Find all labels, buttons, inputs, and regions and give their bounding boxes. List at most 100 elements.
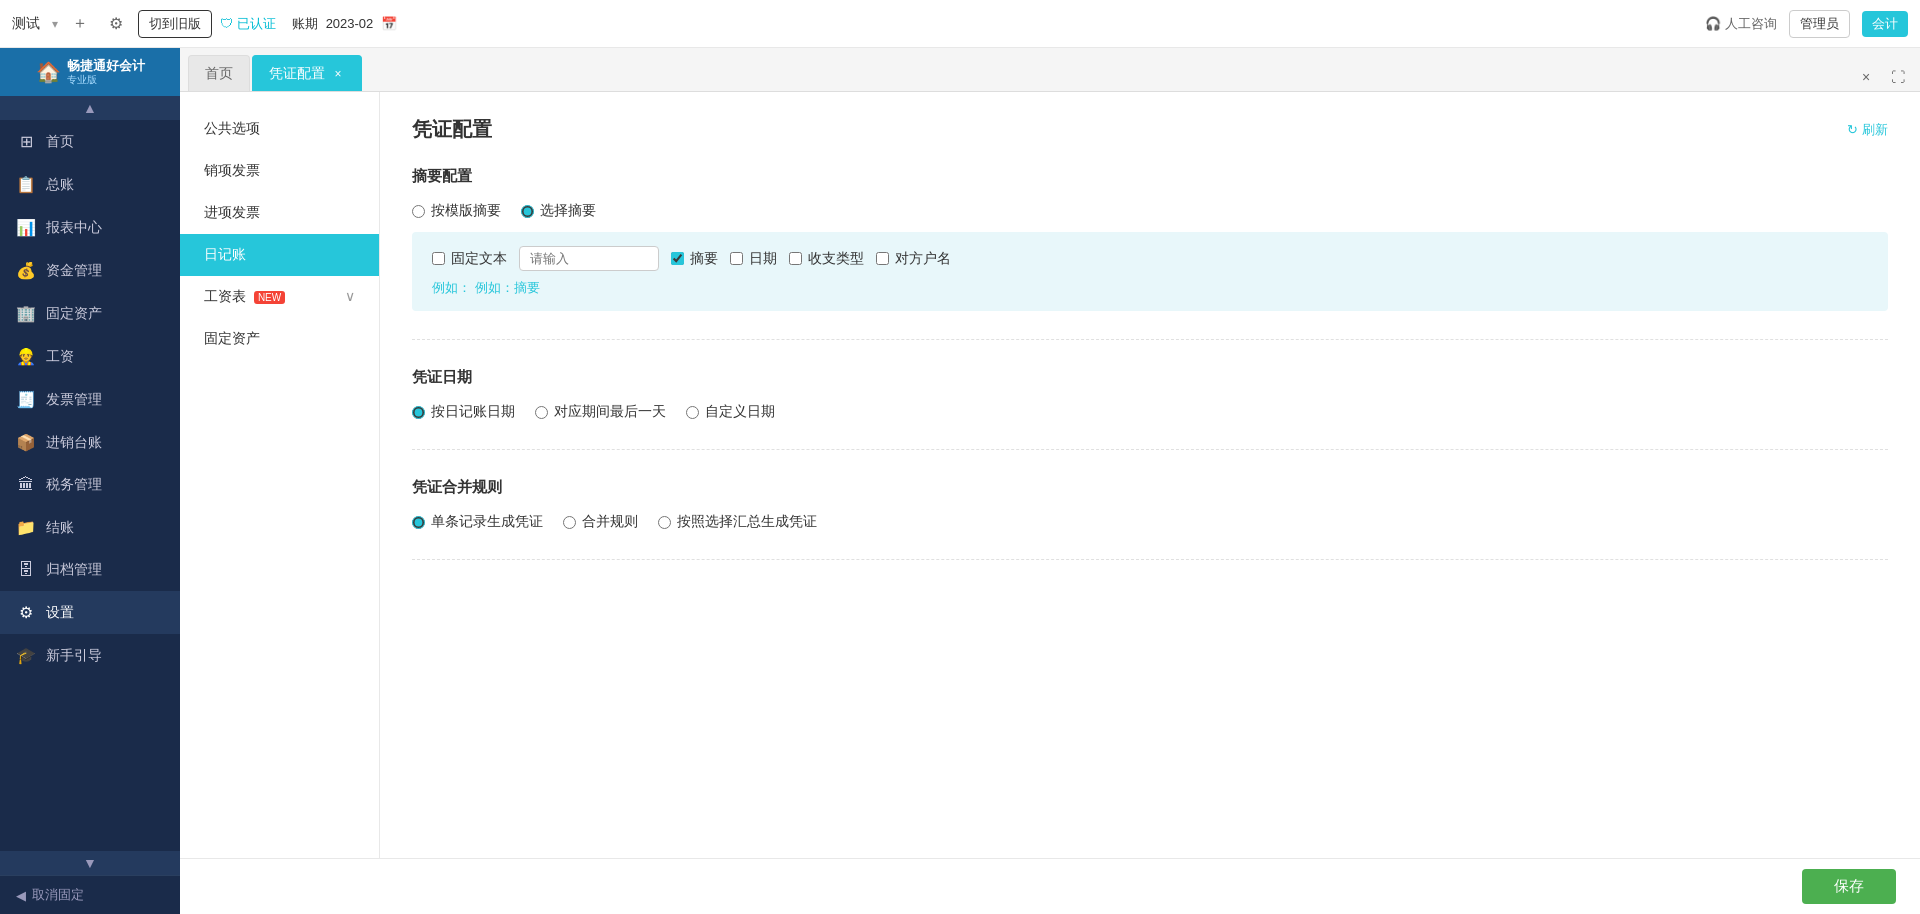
close-tab-btn[interactable]: × [1852,63,1880,91]
tab-bar: 首页 凭证配置 × × ⛶ [180,48,1920,92]
refresh-btn[interactable]: ↻ 刷新 [1847,121,1888,139]
radio-custom-date-input[interactable] [686,406,699,419]
radio-period-last[interactable]: 对应期间最后一天 [535,403,666,421]
sidebar-item-sales[interactable]: 📦 进销台账 [0,421,180,464]
consult-btn[interactable]: 🎧 人工咨询 [1705,15,1777,33]
sales-icon: 📦 [16,433,36,452]
sidebar-item-close[interactable]: 📁 结账 [0,506,180,549]
account-btn[interactable]: 会计 [1862,11,1908,37]
sidebar-item-label: 归档管理 [46,561,102,579]
tab-home[interactable]: 首页 [188,55,250,91]
left-nav-payroll-table[interactable]: 工资表 NEW ∨ [180,276,379,318]
content-area: 首页 凭证配置 × × ⛶ 公共选项 销项发票 [180,48,1920,914]
sidebar-item-guide[interactable]: 🎓 新手引导 [0,634,180,677]
left-nav-sales-invoice[interactable]: 销项发票 [180,150,379,192]
fullscreen-btn[interactable]: ⛶ [1884,63,1912,91]
sidebar-item-invoice[interactable]: 🧾 发票管理 [0,378,180,421]
top-bar-add-icon[interactable]: ＋ [66,10,94,38]
calendar-icon[interactable]: 📅 [381,16,397,31]
abstract-radio-group: 按模版摘要 选择摘要 [412,202,1888,220]
sidebar-item-home[interactable]: ⊞ 首页 [0,120,180,163]
tab-voucher-config[interactable]: 凭证配置 × [252,55,362,91]
sidebar-item-label: 首页 [46,133,74,151]
checkbox-counterpart[interactable]: 对方户名 [876,250,951,268]
assets-icon: 🏢 [16,304,36,323]
pin-icon: ◀ [16,888,26,903]
admin-btn[interactable]: 管理员 [1789,10,1850,38]
sidebar-item-funds[interactable]: 💰 资金管理 [0,249,180,292]
tab-close-icon[interactable]: × [331,67,345,81]
sidebar-item-payroll[interactable]: 👷 工资 [0,335,180,378]
checkbox-date-input[interactable] [730,252,743,265]
period-info: 账期 2023-02 📅 [292,15,397,33]
panel-title: 凭证配置 [412,116,492,143]
date-section: 凭证日期 按日记账日期 对应期间最后一天 [412,368,1888,450]
radio-select-abstract[interactable]: 选择摘要 [521,202,596,220]
radio-merge-rule-input[interactable] [563,516,576,529]
top-bar-project-name: 测试 [12,15,40,33]
radio-select-summary[interactable]: 按照选择汇总生成凭证 [658,513,817,531]
radio-journal-date-input[interactable] [412,406,425,419]
example-text: 例如： 例如：摘要 [432,279,1868,297]
radio-merge-rule[interactable]: 合并规则 [563,513,638,531]
top-bar-settings-icon[interactable]: ⚙ [102,10,130,38]
checkbox-counterpart-input[interactable] [876,252,889,265]
sidebar-item-archive[interactable]: 🗄 归档管理 [0,549,180,591]
sidebar-scroll-down[interactable]: ▼ [0,851,180,875]
sidebar-item-label: 新手引导 [46,647,102,665]
settings-icon: ⚙ [16,603,36,622]
save-btn[interactable]: 保存 [1802,869,1896,904]
checkbox-abstract[interactable]: 摘要 [671,250,718,268]
top-bar-dropdown-icon[interactable]: ▾ [52,17,58,31]
sidebar-item-label: 发票管理 [46,391,102,409]
radio-select-summary-input[interactable] [658,516,671,529]
home-icon: ⊞ [16,132,36,151]
checkbox-fixed-text[interactable]: 固定文本 [432,250,507,268]
sidebar-item-label: 设置 [46,604,74,622]
checkbox-abstract-input[interactable] [671,252,684,265]
sidebar-item-settings[interactable]: ⚙ 设置 [0,591,180,634]
sidebar-item-assets[interactable]: 🏢 固定资产 [0,292,180,335]
left-nav-fixed-assets[interactable]: 固定资产 [180,318,379,360]
sidebar-cancel-pin[interactable]: ◀ 取消固定 [0,875,180,914]
tab-bar-right: × ⛶ [1852,63,1912,91]
invoice-icon: 🧾 [16,390,36,409]
ledger-icon: 📋 [16,175,36,194]
merge-section: 凭证合并规则 单条记录生成凭证 合并规则 [412,478,1888,560]
switch-old-btn[interactable]: 切到旧版 [138,10,212,38]
radio-single-record[interactable]: 单条记录生成凭证 [412,513,543,531]
checkbox-pay-type-input[interactable] [789,252,802,265]
left-nav-public[interactable]: 公共选项 [180,108,379,150]
radio-select-abstract-input[interactable] [521,205,534,218]
sidebar-logo: 🏠 畅捷通好会计 专业版 [0,48,180,96]
fixed-text-input[interactable] [519,246,659,271]
abstract-section-title: 摘要配置 [412,167,1888,186]
checkbox-pay-type[interactable]: 收支类型 [789,250,864,268]
tax-icon: 🏛 [16,476,36,494]
sidebar-item-tax[interactable]: 🏛 税务管理 [0,464,180,506]
radio-custom-date[interactable]: 自定义日期 [686,403,775,421]
abstract-sub-options: 固定文本 摘要 日期 [412,232,1888,311]
left-nav-journal[interactable]: 日记账 [180,234,379,276]
payroll-icon: 👷 [16,347,36,366]
new-badge: NEW [254,291,285,304]
checkbox-date[interactable]: 日期 [730,250,777,268]
sidebar-item-label: 税务管理 [46,476,102,494]
left-nav-purchase-invoice[interactable]: 进项发票 [180,192,379,234]
sidebar-item-reports[interactable]: 📊 报表中心 [0,206,180,249]
sidebar: 🏠 畅捷通好会计 专业版 ▲ ⊞ 首页 📋 总账 📊 报表中心 💰 资金管理 [0,48,180,914]
radio-template-abstract-input[interactable] [412,205,425,218]
close-period-icon: 📁 [16,518,36,537]
abstract-options-row: 固定文本 摘要 日期 [432,246,1868,271]
sidebar-item-ledger[interactable]: 📋 总账 [0,163,180,206]
sidebar-scroll-up[interactable]: ▲ [0,96,180,120]
checkbox-fixed-text-input[interactable] [432,252,445,265]
sidebar-item-label: 结账 [46,519,74,537]
radio-single-record-input[interactable] [412,516,425,529]
radio-journal-date[interactable]: 按日记账日期 [412,403,515,421]
sidebar-scroll: ⊞ 首页 📋 总账 📊 报表中心 💰 资金管理 🏢 固定资产 👷 工资 [0,120,180,851]
radio-template-abstract[interactable]: 按模版摘要 [412,202,501,220]
sidebar-item-label: 进销台账 [46,434,102,452]
radio-period-last-input[interactable] [535,406,548,419]
sidebar-item-label: 资金管理 [46,262,102,280]
